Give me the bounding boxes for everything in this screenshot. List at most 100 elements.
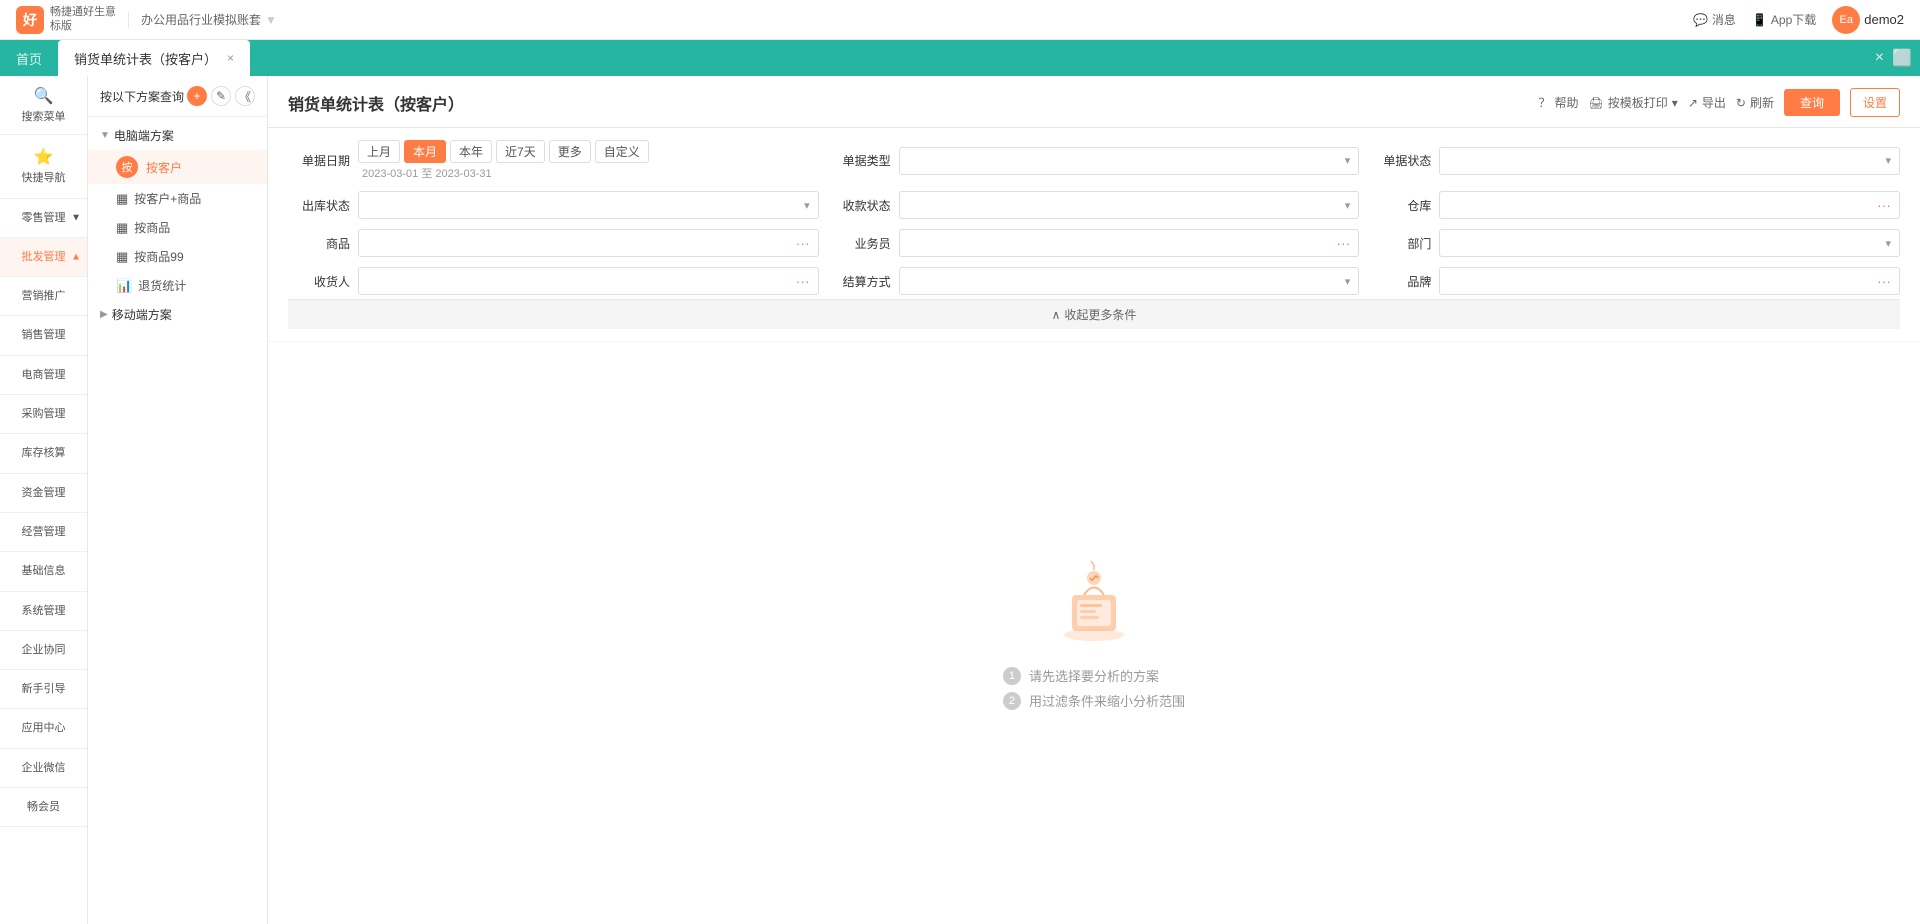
tree-item-by-goods99[interactable]: ▦ 按商品99 <box>88 242 267 271</box>
department-select[interactable]: ▾ <box>1439 229 1900 257</box>
tree-item-by-goods[interactable]: ▦ 按商品 <box>88 213 267 242</box>
logo-text: 畅捷通好生意 标版 <box>50 6 116 32</box>
date-btn-this-month[interactable]: 本月 <box>404 140 446 163</box>
header-left: 好 畅捷通好生意 标版 办公用品行业模拟账套 ▼ <box>16 6 277 34</box>
main-panel: 销货单统计表（按客户） ？ 帮助 🖨 按模板打印 ▾ ↗ <box>268 76 1920 924</box>
date-btn-this-year[interactable]: 本年 <box>450 140 492 163</box>
scheme-panel-header: 按以下方案查询 + ✎ 《 <box>88 76 267 117</box>
out-status-select[interactable]: ▾ <box>358 191 819 219</box>
date-field: 单据日期 上月 本月 本年 近7天 更多 自定义 2023-03-01 至 20… <box>288 140 819 181</box>
scheme-edit-button[interactable]: ✎ <box>211 86 231 106</box>
scheme-tree: ▼ 电脑端方案 按 按客户 ▦ 按客户+商品 ▦ 按商品 <box>88 117 267 333</box>
tree-item-by-customer-goods[interactable]: ▦ 按客户+商品 <box>88 184 267 213</box>
date-btn-7days[interactable]: 近7天 <box>496 140 545 163</box>
message-button[interactable]: 💬 消息 <box>1693 11 1736 28</box>
print-dropdown-icon: ▾ <box>1672 96 1678 110</box>
help-icon: ？ <box>1539 94 1551 111</box>
sidebar-item-quicknav[interactable]: ⭐ 快捷导航 <box>0 135 87 198</box>
receiver-select[interactable]: ··· <box>358 267 819 295</box>
sidebar-item-search[interactable]: 🔍 搜索菜单 <box>0 76 87 135</box>
scheme-add-button[interactable]: + <box>187 86 207 106</box>
message-icon: 💬 <box>1693 13 1708 27</box>
sidebar: 🔍 搜索菜单 ⭐ 快捷导航 零售管理 ▼ 批发管理 ▲ 营销推广 销售管理 电商… <box>0 76 88 924</box>
sidebar-item-ecommerce[interactable]: 电商管理 <box>0 356 87 395</box>
salesperson-select[interactable]: ··· <box>899 229 1360 257</box>
page-title: 销货单统计表（按客户） <box>288 91 464 115</box>
user-profile[interactable]: Ea demo2 <box>1832 6 1904 34</box>
doc-status-chevron-icon: ▾ <box>1885 154 1891 167</box>
goods-select[interactable]: ··· <box>358 229 819 257</box>
sidebar-item-system[interactable]: 系统管理 <box>0 592 87 631</box>
pay-status-select[interactable]: ▾ <box>899 191 1360 219</box>
user-name: demo2 <box>1864 12 1904 27</box>
goods-dots-icon: ··· <box>796 235 810 251</box>
tree-group-desktop-header[interactable]: ▼ 电脑端方案 <box>88 121 267 150</box>
logo-area: 好 畅捷通好生意 标版 <box>16 6 116 34</box>
brand-select[interactable]: ··· <box>1439 267 1900 295</box>
warehouse-select[interactable]: ··· <box>1439 191 1900 219</box>
collapse-button[interactable]: ∧ 收起更多条件 <box>288 299 1900 329</box>
grid2-icon: ▦ <box>116 220 128 236</box>
app-download-icon: 📱 <box>1752 13 1767 27</box>
empty-hint-2: 2 用过滤条件来缩小分析范围 <box>1003 691 1185 710</box>
tree-item-return-stats[interactable]: 📊 退货统计 <box>88 271 267 300</box>
sidebar-item-operation[interactable]: 经营管理 <box>0 513 87 552</box>
sidebar-item-retail[interactable]: 零售管理 ▼ <box>0 199 87 238</box>
sidebar-item-wechat[interactable]: 企业微信 <box>0 749 87 788</box>
hint-num-2: 2 <box>1003 692 1021 710</box>
sidebar-item-basic[interactable]: 基础信息 <box>0 552 87 591</box>
refresh-button[interactable]: ↻ 刷新 <box>1736 94 1774 111</box>
date-btn-custom[interactable]: 自定义 <box>595 140 649 163</box>
department-field: 部门 ▾ <box>1369 229 1900 257</box>
scheme-header-actions: + ✎ 《 <box>187 86 255 106</box>
date-range-display: 2023-03-01 至 2023-03-31 <box>362 165 819 181</box>
tree-group-mobile-header[interactable]: ▶ 移动端方案 <box>88 300 267 329</box>
breadcrumb[interactable]: 办公用品行业模拟账套 ▼ <box>141 11 277 28</box>
help-button[interactable]: ？ 帮助 <box>1539 94 1579 111</box>
print-icon: 🖨 <box>1589 96 1604 110</box>
empty-hint-1: 1 请先选择要分析的方案 <box>1003 666 1185 685</box>
tree-group-desktop: ▼ 电脑端方案 按 按客户 ▦ 按客户+商品 ▦ 按商品 <box>88 121 267 300</box>
sidebar-item-newguide[interactable]: 新手引导 <box>0 670 87 709</box>
query-button[interactable]: 查询 <box>1784 89 1840 116</box>
sidebar-item-wholesale[interactable]: 批发管理 ▲ <box>0 238 87 277</box>
export-icon: ↗ <box>1688 96 1698 110</box>
tab-active[interactable]: 销货单统计表（按客户） × <box>58 40 250 76</box>
settlement-chevron-icon: ▾ <box>1345 275 1351 288</box>
goods-field: 商品 ··· <box>288 229 819 257</box>
date-btn-more[interactable]: 更多 <box>549 140 591 163</box>
sidebar-item-marketing[interactable]: 营销推广 <box>0 277 87 316</box>
date-btn-last-month[interactable]: 上月 <box>358 140 400 163</box>
empty-hints: 1 请先选择要分析的方案 2 用过滤条件来缩小分析范围 <box>1003 666 1185 716</box>
tab-maximize-button[interactable]: ⬜ <box>1892 48 1912 68</box>
header-divider <box>128 12 129 28</box>
print-button[interactable]: 🖨 按模板打印 ▾ <box>1589 94 1678 111</box>
export-button[interactable]: ↗ 导出 <box>1688 94 1726 111</box>
settlement-select[interactable]: ▾ <box>899 267 1360 295</box>
sidebar-item-finance[interactable]: 资金管理 <box>0 474 87 513</box>
logo-icon: 好 <box>16 6 44 34</box>
sidebar-item-inventory[interactable]: 库存核算 <box>0 434 87 473</box>
doc-status-select[interactable]: ▾ <box>1439 147 1900 175</box>
header-right: 💬 消息 📱 App下载 Ea demo2 <box>1693 6 1904 34</box>
brand-dots-icon: ··· <box>1877 273 1891 289</box>
app-download-button[interactable]: 📱 App下载 <box>1752 11 1816 28</box>
tab-minimize-button[interactable]: × <box>1875 49 1884 67</box>
sidebar-item-cooperation[interactable]: 企业协同 <box>0 631 87 670</box>
sidebar-item-member[interactable]: 畅会员 <box>0 788 87 827</box>
sidebar-item-appstore[interactable]: 应用中心 <box>0 709 87 748</box>
doc-type-select[interactable]: ▾ <box>899 147 1360 175</box>
sidebar-item-purchase[interactable]: 采购管理 <box>0 395 87 434</box>
scheme-collapse-button[interactable]: 《 <box>235 86 255 106</box>
tab-close-button[interactable]: × <box>227 51 234 65</box>
settings-button[interactable]: 设置 <box>1850 88 1900 117</box>
retail-expand-icon: ▼ <box>71 212 81 223</box>
filter-area: 单据日期 上月 本月 本年 近7天 更多 自定义 2023-03-01 至 20… <box>268 128 1920 341</box>
brand-field: 品牌 ··· <box>1369 267 1900 295</box>
tab-home[interactable]: 首页 <box>0 40 58 76</box>
tree-item-by-customer[interactable]: 按 按客户 <box>88 150 267 184</box>
tree-mobile-expand-icon: ▶ <box>100 309 108 320</box>
sidebar-item-sales[interactable]: 销售管理 <box>0 316 87 355</box>
hint-num-1: 1 <box>1003 667 1021 685</box>
grid3-icon: ▦ <box>116 249 128 265</box>
